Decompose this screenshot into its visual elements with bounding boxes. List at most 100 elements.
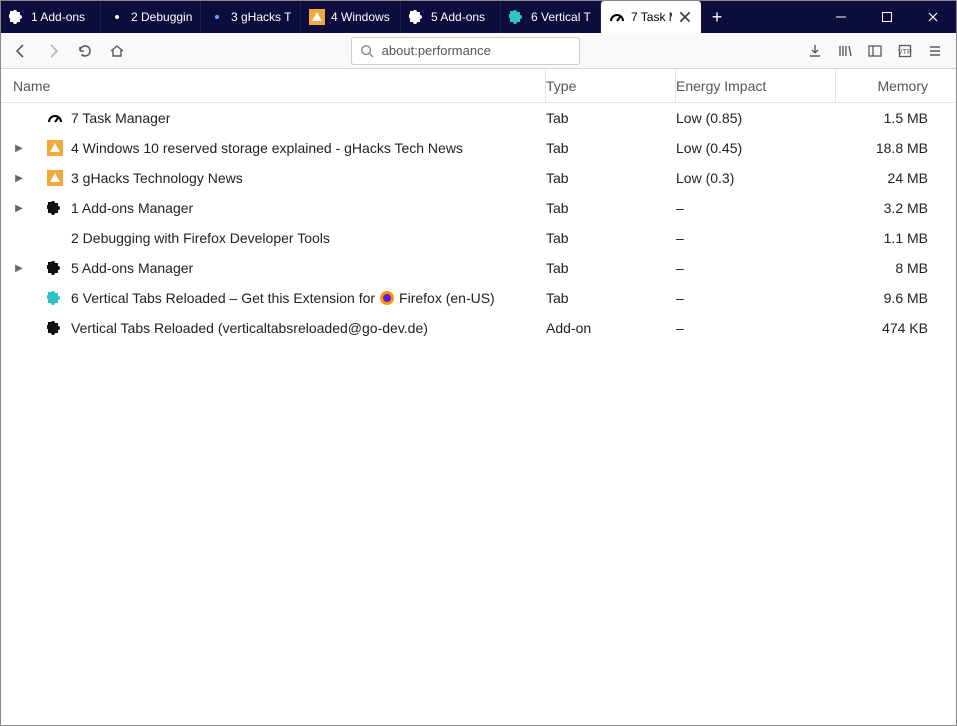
browser-tab-1[interactable]: 1 Add-ons — [1, 1, 101, 33]
row-name: 2 Debugging with Firefox Developer Tools — [71, 230, 330, 246]
dot-icon — [109, 9, 125, 25]
search-icon — [360, 44, 374, 58]
svg-text:VTR: VTR — [898, 49, 912, 56]
expand-twisty[interactable]: ▶ — [11, 173, 27, 184]
row-name: 6 Vertical Tabs Reloaded – Get this Exte… — [71, 290, 495, 306]
row-type: Tab — [546, 110, 676, 126]
row-memory: 18.8 MB — [836, 140, 956, 156]
tab-strip: 1 Add-ons 2 Debugging w 3 gHacks T 4 Win… — [1, 1, 818, 33]
col-header-type[interactable]: Type — [546, 69, 676, 102]
puzzle-icon — [47, 260, 63, 276]
url-text: about:performance — [382, 43, 491, 58]
browser-tab-2[interactable]: 2 Debugging w — [101, 1, 201, 33]
row-type: Tab — [546, 200, 676, 216]
tab-label: 4 Windows — [331, 10, 390, 24]
browser-tab-5[interactable]: 5 Add-ons — [401, 1, 501, 33]
row-energy: – — [676, 290, 836, 306]
menu-button[interactable] — [920, 37, 950, 65]
tab-label: 6 Vertical T — [531, 10, 591, 24]
row-memory: 8 MB — [836, 260, 956, 276]
row-name: 5 Add-ons Manager — [71, 260, 193, 276]
browser-tab-6[interactable]: 6 Vertical T — [501, 1, 601, 33]
expand-twisty[interactable]: ▶ — [11, 203, 27, 214]
puzzle-icon — [409, 9, 425, 25]
table-row[interactable]: ▶ 5 Add-ons Manager Tab–8 MB — [1, 253, 956, 283]
maximize-button[interactable] — [864, 1, 910, 33]
ghacks-icon — [47, 140, 63, 156]
col-header-memory[interactable]: Memory — [836, 69, 956, 102]
table-row[interactable]: 7 Task Manager TabLow (0.85)1.5 MB — [1, 103, 956, 133]
ghacks-icon — [47, 170, 63, 186]
performance-table: Name Type Energy Impact Memory 7 Task Ma… — [1, 69, 956, 343]
blank-icon — [47, 230, 63, 246]
col-header-energy[interactable]: Energy Impact — [676, 69, 836, 102]
window-controls — [818, 1, 956, 33]
ghacks-icon — [309, 9, 325, 25]
table-row[interactable]: ▶ 1 Add-ons Manager Tab–3.2 MB — [1, 193, 956, 223]
puzzle-icon — [47, 200, 63, 216]
tab-label: 7 Task M — [631, 10, 672, 24]
table-row[interactable]: ▶ 3 gHacks Technology News TabLow (0.3)24 … — [1, 163, 956, 193]
browser-tab-4[interactable]: 4 Windows — [301, 1, 401, 33]
row-energy: Low (0.85) — [676, 110, 836, 126]
row-energy: – — [676, 230, 836, 246]
row-type: Tab — [546, 230, 676, 246]
row-name: 7 Task Manager — [71, 110, 170, 126]
row-memory: 474 KB — [836, 320, 956, 336]
tab-label: 5 Add-ons — [431, 10, 485, 24]
row-energy: Low (0.3) — [676, 170, 836, 186]
row-memory: 24 MB — [836, 170, 956, 186]
col-header-name[interactable]: Name — [1, 69, 546, 102]
expand-twisty[interactable]: ▶ — [11, 143, 27, 154]
new-tab-button[interactable]: + — [701, 1, 733, 33]
titlebar: 1 Add-ons 2 Debugging w 3 gHacks T 4 Win… — [1, 1, 956, 33]
blue-puzzle-icon — [47, 290, 63, 306]
table-header: Name Type Energy Impact Memory — [1, 69, 956, 103]
reader-button[interactable]: VTR — [890, 37, 920, 65]
fox-icon — [379, 290, 395, 306]
browser-tab-3[interactable]: 3 gHacks T — [201, 1, 301, 33]
reload-button[interactable] — [71, 37, 99, 65]
row-energy: – — [676, 260, 836, 276]
tab-label: 2 Debugging w — [131, 10, 192, 24]
blue-puzzle-icon — [509, 9, 525, 25]
row-energy: Low (0.45) — [676, 140, 836, 156]
table-row[interactable]: ▶ 4 Windows 10 reserved storage explained… — [1, 133, 956, 163]
tab-label: 3 gHacks T — [231, 10, 291, 24]
expand-twisty[interactable]: ▶ — [11, 263, 27, 274]
row-energy: – — [676, 320, 836, 336]
table-row[interactable]: Vertical Tabs Reloaded (verticaltabsrelo… — [1, 313, 956, 343]
nav-toolbar: about:performance VTR — [1, 33, 956, 69]
row-type: Tab — [546, 260, 676, 276]
url-bar[interactable]: about:performance — [351, 37, 581, 65]
row-type: Tab — [546, 170, 676, 186]
sidebar-button[interactable] — [860, 37, 890, 65]
close-icon[interactable] — [678, 10, 692, 24]
browser-tab-7-active[interactable]: 7 Task M — [601, 1, 701, 33]
row-type: Add-on — [546, 320, 676, 336]
library-button[interactable] — [830, 37, 860, 65]
dot-icon — [209, 9, 225, 25]
close-window-button[interactable] — [910, 1, 956, 33]
table-row[interactable]: 2 Debugging with Firefox Developer Tools… — [1, 223, 956, 253]
puzzle-icon — [9, 9, 25, 25]
row-name: 3 gHacks Technology News — [71, 170, 243, 186]
forward-button[interactable] — [39, 37, 67, 65]
puzzle-icon — [47, 320, 63, 336]
row-name: 1 Add-ons Manager — [71, 200, 193, 216]
downloads-button[interactable] — [800, 37, 830, 65]
home-button[interactable] — [103, 37, 131, 65]
back-button[interactable] — [7, 37, 35, 65]
table-row[interactable]: 6 Vertical Tabs Reloaded – Get this Exte… — [1, 283, 956, 313]
row-type: Tab — [546, 290, 676, 306]
row-type: Tab — [546, 140, 676, 156]
row-energy: – — [676, 200, 836, 216]
minimize-button[interactable] — [818, 1, 864, 33]
row-memory: 9.6 MB — [836, 290, 956, 306]
row-name: 4 Windows 10 reserved storage explained … — [71, 140, 463, 156]
gauge-icon — [47, 110, 63, 126]
row-memory: 1.5 MB — [836, 110, 956, 126]
row-memory: 3.2 MB — [836, 200, 956, 216]
row-name: Vertical Tabs Reloaded (verticaltabsrelo… — [71, 320, 428, 336]
gauge-icon — [609, 9, 625, 25]
